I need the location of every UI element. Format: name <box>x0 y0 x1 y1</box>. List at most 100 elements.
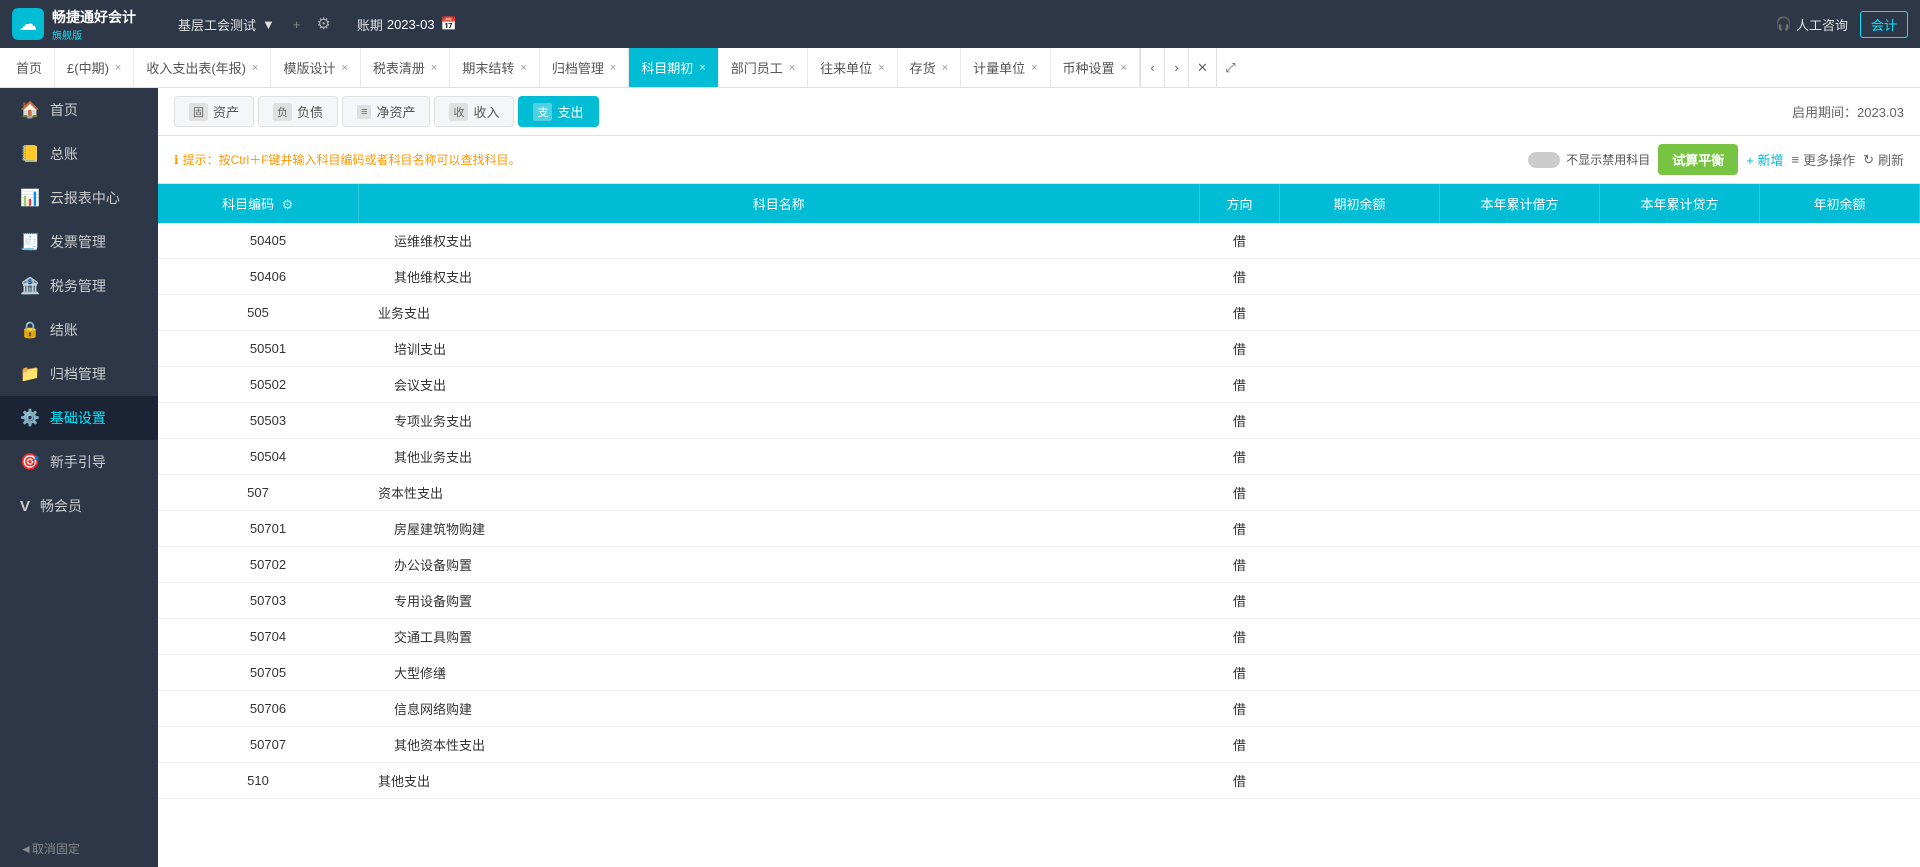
cell-direction: 借 <box>1200 727 1280 763</box>
cell-initial-balance <box>1280 367 1440 403</box>
tab-counterpart[interactable]: 往来单位 × <box>808 48 897 88</box>
table-row[interactable]: 50503 专项业务支出 借 <box>158 403 1920 439</box>
cell-ytd-credit <box>1600 331 1760 367</box>
cell-ytd-credit <box>1600 295 1760 331</box>
guide-icon: 🎯 <box>20 452 40 472</box>
help-button[interactable]: 🎧 人工咨询 <box>1776 15 1848 34</box>
sidebar-item-tax[interactable]: 🏦 税务管理 <box>0 264 158 308</box>
sidebar-item-settings[interactable]: ⚙️ 基础设置 <box>0 396 158 440</box>
table-row[interactable]: 50501 培训支出 借 <box>158 331 1920 367</box>
cell-direction: 借 <box>1200 511 1280 547</box>
sidebar-item-home[interactable]: 🏠 首页 <box>0 88 158 132</box>
add-button[interactable]: + 新增 <box>1746 150 1783 169</box>
cell-code: 507 <box>158 475 358 511</box>
sub-tab-income[interactable]: 收 收入 <box>434 96 514 127</box>
tab-nav-prev[interactable]: ‹ <box>1140 48 1164 88</box>
sidebar-item-invoice[interactable]: 🧾 发票管理 <box>0 220 158 264</box>
tab-expand[interactable]: ⤢ <box>1216 48 1244 88</box>
period-selector[interactable]: 账期 2023-03 📅 <box>357 15 457 34</box>
table-row[interactable]: 505 业务支出 借 <box>158 295 1920 331</box>
cell-ytd-credit <box>1600 547 1760 583</box>
sidebar: 🏠 首页 📒 总账 📊 云报表中心 🧾 发票管理 🏦 税务管理 🔒 结账 📁 归… <box>0 88 158 867</box>
cell-ytd-debit <box>1440 439 1600 475</box>
project-selector[interactable]: 基层工会测试 ▼ + ⚙ <box>178 14 337 34</box>
sidebar-collapse-btn[interactable]: ◄取消固定 <box>0 830 158 867</box>
member-icon: V <box>20 498 30 515</box>
table-row[interactable]: 50504 其他业务支出 借 <box>158 439 1920 475</box>
toolbar-tip: ℹ 提示：按Ctrl＋F键并输入科目编码或者科目名称可以查找科目。 <box>174 151 1520 168</box>
sidebar-item-archive[interactable]: 📁 归档管理 <box>0 352 158 396</box>
tab-dept-staff[interactable]: 部门员工 × <box>719 48 808 88</box>
tab-subject-initial[interactable]: 科目期初 × <box>629 48 718 88</box>
table-row[interactable]: 50704 交通工具购置 借 <box>158 619 1920 655</box>
sub-tab-asset[interactable]: 固 资产 <box>174 96 254 127</box>
cell-initial-balance <box>1280 619 1440 655</box>
cell-code: 50502 <box>158 367 358 403</box>
tab-template[interactable]: 模版设计 × <box>271 48 360 88</box>
sidebar-item-member[interactable]: V 畅会员 <box>0 484 158 528</box>
cell-name: 其他维权支出 <box>358 259 1200 295</box>
cell-ytd-debit <box>1440 763 1600 799</box>
app-title: 畅捷通好会计 <box>52 7 136 27</box>
gear-icon[interactable]: ⚙ <box>282 197 294 212</box>
table-row[interactable]: 50702 办公设备购置 借 <box>158 547 1920 583</box>
cell-name: 大型修缮 <box>358 655 1200 691</box>
cell-ytd-debit <box>1440 223 1600 259</box>
col-code: 科目编码 ⚙ <box>158 184 358 223</box>
col-name: 科目名称 <box>358 184 1200 223</box>
table-row[interactable]: 50706 信息网络购建 借 <box>158 691 1920 727</box>
cell-year-initial <box>1760 511 1920 547</box>
tab-period[interactable]: £(中期) × <box>55 48 134 88</box>
toggle-disabled-switch[interactable] <box>1528 152 1560 168</box>
cell-year-initial <box>1760 655 1920 691</box>
more-button[interactable]: ≡ 更多操作 <box>1791 150 1855 169</box>
cell-direction: 借 <box>1200 331 1280 367</box>
invoice-icon: 🧾 <box>20 232 40 252</box>
tab-unit[interactable]: 计量单位 × <box>961 48 1050 88</box>
tab-income-report[interactable]: 收入支出表(年报) × <box>134 48 271 88</box>
kuaiji-button[interactable]: 会计 <box>1860 11 1908 38</box>
tab-home[interactable]: 首页 <box>4 48 55 88</box>
sidebar-item-close[interactable]: 🔒 结账 <box>0 308 158 352</box>
cell-ytd-credit <box>1600 223 1760 259</box>
tab-nav-next[interactable]: › <box>1164 48 1188 88</box>
sub-tab-net-asset[interactable]: ≡ 净资产 <box>342 96 430 127</box>
sidebar-item-reports[interactable]: 📊 云报表中心 <box>0 176 158 220</box>
tab-close-all[interactable]: ✕ <box>1188 48 1216 88</box>
cell-ytd-debit <box>1440 259 1600 295</box>
cell-year-initial <box>1760 691 1920 727</box>
cell-ytd-credit <box>1600 439 1760 475</box>
col-direction: 方向 <box>1200 184 1280 223</box>
sub-tab-expense[interactable]: 支 支出 <box>518 96 598 127</box>
balance-button[interactable]: 试算平衡 <box>1658 144 1738 175</box>
cell-year-initial <box>1760 403 1920 439</box>
tab-inventory[interactable]: 存货 × <box>898 48 961 88</box>
tab-archive[interactable]: 归档管理 × <box>540 48 629 88</box>
sidebar-item-guide[interactable]: 🎯 新手引导 <box>0 440 158 484</box>
table-row[interactable]: 50707 其他资本性支出 借 <box>158 727 1920 763</box>
cell-direction: 借 <box>1200 403 1280 439</box>
cell-initial-balance <box>1280 475 1440 511</box>
header-right: 🎧 人工咨询 会计 <box>1776 11 1908 38</box>
table-row[interactable]: 50405 运维维权支出 借 <box>158 223 1920 259</box>
table-row[interactable]: 510 其他支出 借 <box>158 763 1920 799</box>
table-row[interactable]: 50701 房屋建筑物购建 借 <box>158 511 1920 547</box>
cell-direction: 借 <box>1200 691 1280 727</box>
table-row[interactable]: 50703 专用设备购置 借 <box>158 583 1920 619</box>
table-row[interactable]: 507 资本性支出 借 <box>158 475 1920 511</box>
tab-tax-table[interactable]: 税表清册 × <box>361 48 450 88</box>
tab-currency[interactable]: 币种设置 × <box>1051 48 1140 88</box>
table-row[interactable]: 50502 会议支出 借 <box>158 367 1920 403</box>
sub-tab-liability[interactable]: 负 负债 <box>258 96 338 127</box>
cell-year-initial <box>1760 763 1920 799</box>
table-row[interactable]: 50705 大型修缮 借 <box>158 655 1920 691</box>
cell-ytd-credit <box>1600 367 1760 403</box>
cell-ytd-credit <box>1600 259 1760 295</box>
cell-ytd-debit <box>1440 331 1600 367</box>
sidebar-item-ledger[interactable]: 📒 总账 <box>0 132 158 176</box>
refresh-button[interactable]: ↻ 刷新 <box>1863 150 1904 169</box>
table-row[interactable]: 50406 其他维权支出 借 <box>158 259 1920 295</box>
tab-period-close[interactable]: 期末结转 × <box>450 48 539 88</box>
settings-icon: ⚙️ <box>20 408 40 428</box>
cell-code: 50701 <box>158 511 358 547</box>
